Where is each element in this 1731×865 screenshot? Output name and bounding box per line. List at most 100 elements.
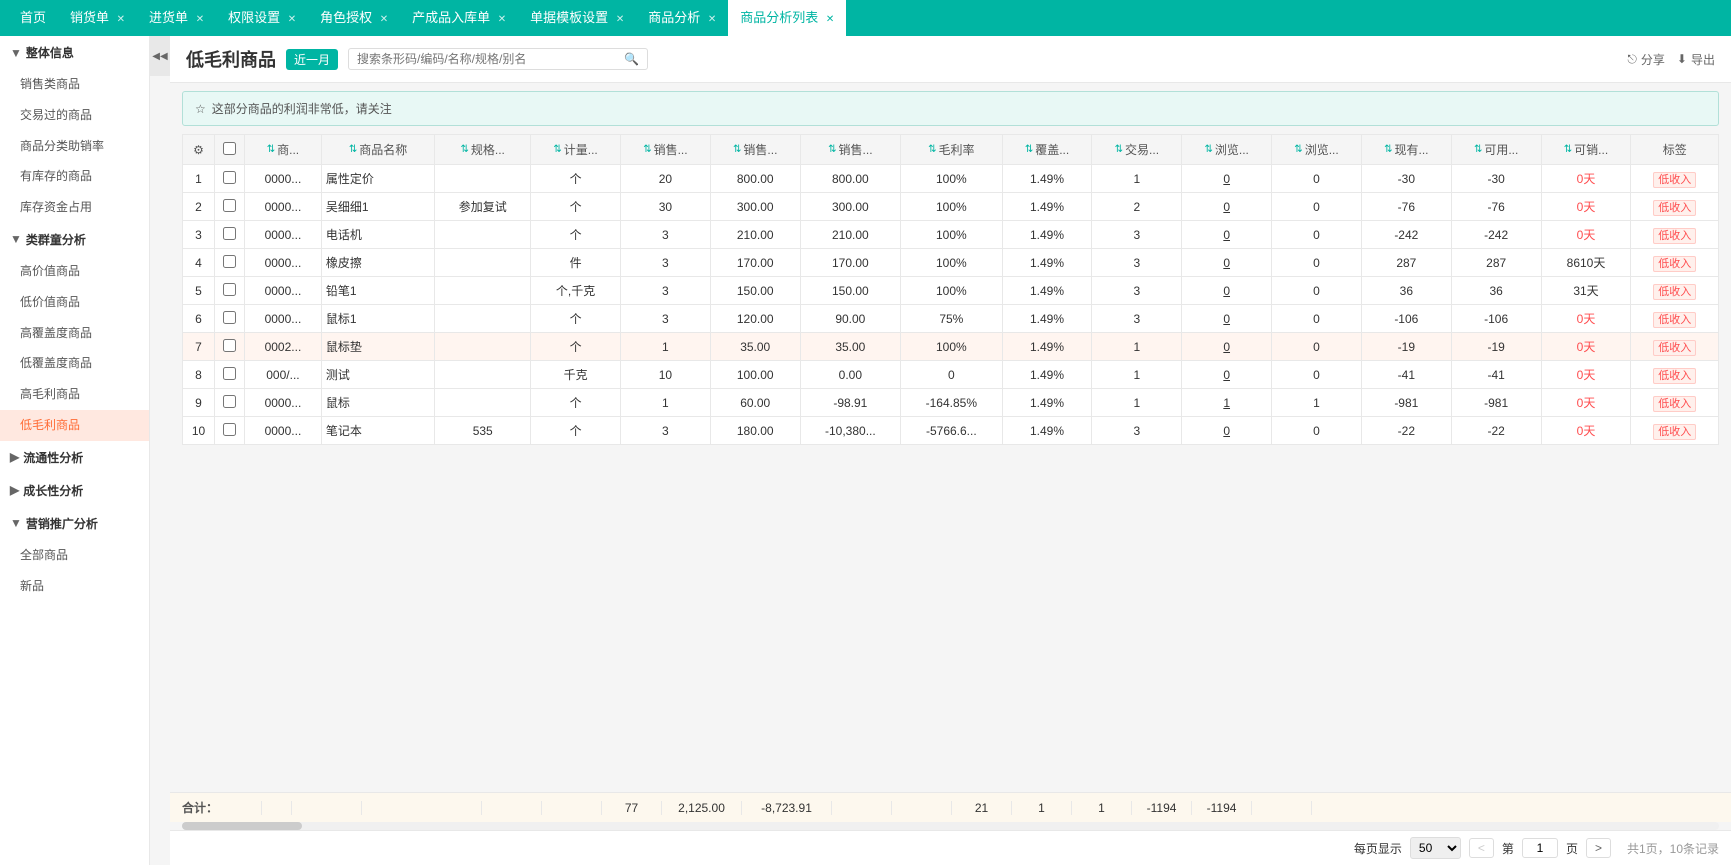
- row-checkbox[interactable]: [223, 395, 236, 408]
- nav-roles[interactable]: 角色授权 ✕: [308, 0, 400, 36]
- nav-sales[interactable]: 销货单 ✕: [58, 0, 137, 36]
- nav-close-finished-goods[interactable]: ✕: [498, 14, 506, 25]
- sidebar-item-all-goods[interactable]: 全部商品: [0, 540, 149, 571]
- row-name[interactable]: 属性定价: [321, 165, 434, 193]
- row-check[interactable]: [215, 165, 245, 193]
- row-name[interactable]: 测试: [321, 361, 434, 389]
- col-gross-rate[interactable]: ⇅毛利率: [901, 135, 1003, 165]
- col-sales-qty[interactable]: ⇅销售...: [620, 135, 710, 165]
- sidebar-item-new-goods[interactable]: 新品: [0, 571, 149, 602]
- nav-finished-goods[interactable]: 产成品入库单 ✕: [400, 0, 518, 36]
- row-check[interactable]: [215, 221, 245, 249]
- row-checkbox[interactable]: [223, 423, 236, 436]
- col-coverage[interactable]: ⇅覆盖...: [1002, 135, 1092, 165]
- sidebar-item-low-value[interactable]: 低价值商品: [0, 287, 149, 318]
- next-page-button[interactable]: >: [1586, 838, 1611, 858]
- nav-close-roles[interactable]: ✕: [380, 14, 388, 25]
- views1-cell-link[interactable]: 0: [1223, 256, 1230, 270]
- nav-close-sales[interactable]: ✕: [117, 14, 125, 25]
- sidebar-item-traded-goods[interactable]: 交易过的商品: [0, 100, 149, 131]
- col-unit[interactable]: ⇅计量...: [531, 135, 621, 165]
- nav-close-product-analysis-list[interactable]: ✕: [826, 14, 834, 25]
- sidebar-group-growth[interactable]: ▶ 成长性分析: [0, 474, 149, 507]
- row-views1[interactable]: 0: [1182, 193, 1272, 221]
- share-button[interactable]: ⎋ 分享: [1627, 51, 1665, 68]
- row-checkbox[interactable]: [223, 171, 236, 184]
- row-views1[interactable]: 0: [1182, 305, 1272, 333]
- sidebar-collapse-button[interactable]: ◀◀: [150, 36, 170, 76]
- row-name[interactable]: 鼠标: [321, 389, 434, 417]
- sidebar-item-low-margin[interactable]: 低毛利商品: [0, 410, 149, 441]
- views1-cell-link[interactable]: 0: [1223, 200, 1230, 214]
- row-check[interactable]: [215, 361, 245, 389]
- row-check[interactable]: [215, 249, 245, 277]
- row-checkbox[interactable]: [223, 283, 236, 296]
- views1-cell-link[interactable]: 0: [1223, 312, 1230, 326]
- nav-close-purchase[interactable]: ✕: [196, 14, 204, 25]
- row-name[interactable]: 吴细细1: [321, 193, 434, 221]
- row-checkbox[interactable]: [223, 199, 236, 212]
- views1-cell-link[interactable]: 0: [1223, 228, 1230, 242]
- nav-purchase[interactable]: 进货单 ✕: [137, 0, 216, 36]
- row-checkbox[interactable]: [223, 255, 236, 268]
- row-check[interactable]: [215, 333, 245, 361]
- col-views1[interactable]: ⇅浏览...: [1182, 135, 1272, 165]
- col-spec[interactable]: ⇅规格...: [435, 135, 531, 165]
- sidebar-item-category-rate[interactable]: 商品分类助销率: [0, 131, 149, 162]
- col-settings[interactable]: ⚙: [183, 135, 215, 165]
- col-sales-profit[interactable]: ⇅销售...: [800, 135, 900, 165]
- views1-cell-link[interactable]: 0: [1223, 368, 1230, 382]
- row-checkbox[interactable]: [223, 311, 236, 324]
- page-size-select[interactable]: 50 100 200: [1410, 837, 1461, 859]
- row-views1[interactable]: 0: [1182, 249, 1272, 277]
- nav-product-analysis-list[interactable]: 商品分析列表 ✕: [728, 0, 846, 36]
- col-code[interactable]: ⇅商...: [245, 135, 322, 165]
- row-name[interactable]: 笔记本: [321, 417, 434, 445]
- row-views1[interactable]: 0: [1182, 333, 1272, 361]
- row-checkbox[interactable]: [223, 367, 236, 380]
- nav-template-settings[interactable]: 单据模板设置 ✕: [518, 0, 636, 36]
- row-checkbox[interactable]: [223, 227, 236, 240]
- row-views1[interactable]: 0: [1182, 277, 1272, 305]
- sidebar-item-inventory-capital[interactable]: 库存资金占用: [0, 192, 149, 223]
- nav-permissions[interactable]: 权限设置 ✕: [216, 0, 308, 36]
- row-views1[interactable]: 0: [1182, 417, 1272, 445]
- views1-cell-link[interactable]: 0: [1223, 340, 1230, 354]
- sidebar-item-high-value[interactable]: 高价值商品: [0, 256, 149, 287]
- sidebar-group-marketing[interactable]: ▼ 营销推广分析: [0, 507, 149, 540]
- row-check[interactable]: [215, 389, 245, 417]
- col-transactions[interactable]: ⇅交易...: [1092, 135, 1182, 165]
- row-check[interactable]: [215, 277, 245, 305]
- sidebar-item-high-margin[interactable]: 高毛利商品: [0, 379, 149, 410]
- nav-close-permissions[interactable]: ✕: [288, 14, 296, 25]
- col-check-all[interactable]: [215, 135, 245, 165]
- row-name[interactable]: 鼠标垫: [321, 333, 434, 361]
- row-views1[interactable]: 0: [1182, 165, 1272, 193]
- col-sellable-stock[interactable]: ⇅可销...: [1541, 135, 1631, 165]
- prev-page-button[interactable]: <: [1469, 838, 1494, 858]
- col-views2[interactable]: ⇅浏览...: [1272, 135, 1362, 165]
- sidebar-item-high-coverage[interactable]: 高覆盖度商品: [0, 318, 149, 349]
- col-sales-amount[interactable]: ⇅销售...: [710, 135, 800, 165]
- scrollbar-thumb[interactable]: [182, 822, 302, 830]
- row-name[interactable]: 橡皮擦: [321, 249, 434, 277]
- search-input[interactable]: [357, 52, 624, 66]
- row-views1[interactable]: 0: [1182, 361, 1272, 389]
- sidebar-group-circulation[interactable]: ▶ 流通性分析: [0, 441, 149, 474]
- check-all-checkbox[interactable]: [223, 142, 236, 155]
- views1-cell-link[interactable]: 1: [1223, 396, 1230, 410]
- sidebar-item-low-coverage[interactable]: 低覆盖度商品: [0, 348, 149, 379]
- nav-home[interactable]: 首页: [8, 0, 58, 36]
- views1-cell-link[interactable]: 0: [1223, 284, 1230, 298]
- row-name[interactable]: 鼠标1: [321, 305, 434, 333]
- nav-close-template-settings[interactable]: ✕: [616, 14, 624, 25]
- row-views1[interactable]: 1: [1182, 389, 1272, 417]
- sidebar-item-inventory-goods[interactable]: 有库存的商品: [0, 161, 149, 192]
- row-views1[interactable]: 0: [1182, 221, 1272, 249]
- row-check[interactable]: [215, 417, 245, 445]
- views1-cell-link[interactable]: 0: [1223, 424, 1230, 438]
- nav-product-analysis[interactable]: 商品分析 ✕: [636, 0, 728, 36]
- horizontal-scrollbar[interactable]: [182, 822, 1719, 830]
- col-available-stock[interactable]: ⇅可用...: [1451, 135, 1541, 165]
- views1-cell-link[interactable]: 0: [1223, 172, 1230, 186]
